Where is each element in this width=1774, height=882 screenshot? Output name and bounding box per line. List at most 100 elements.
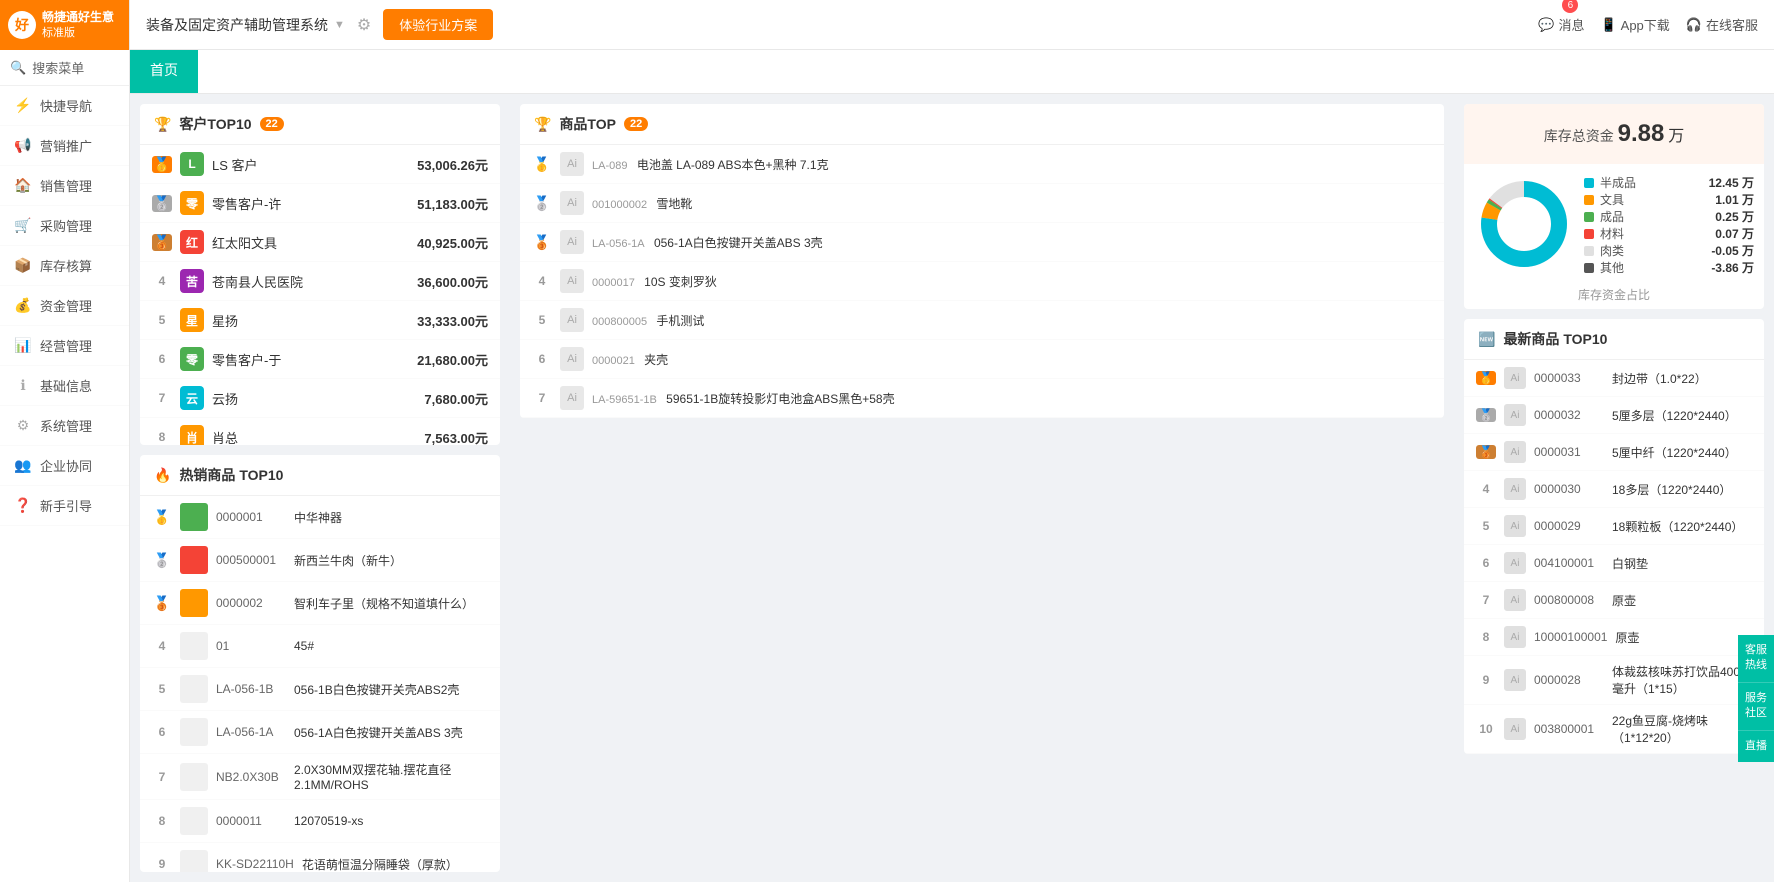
sidebar-nav-item[interactable]: ℹ基础信息 — [0, 366, 129, 406]
float-live-btn[interactable]: 直播 — [1738, 731, 1774, 762]
rank-number: 🥉 — [532, 234, 552, 251]
customer-row: 7 云 云扬 7,680.00元 — [140, 379, 500, 418]
product-code: 0000017 — [592, 277, 635, 289]
online-service-button[interactable]: 🎧 在线客服 — [1686, 15, 1758, 34]
top-selling-title: 🏆 商品TOP 22 — [520, 104, 1444, 145]
sidebar-nav-item[interactable]: 📦库存核算 — [0, 246, 129, 286]
nav-icon: 📦 — [14, 257, 32, 275]
customer-name: 星扬 — [212, 311, 409, 330]
topbar: 装备及固定资产辅助管理系统 ▼ ⚙ 体验行业方案 💬 消息 6 📱 App下载 … — [130, 0, 1774, 50]
customer-amount: 33,333.00元 — [417, 311, 488, 330]
customer-row: 🥉 红 红太阳文具 40,925.00元 — [140, 223, 500, 262]
customer-avatar: 星 — [180, 308, 204, 332]
legend-item: 半成品 12.45 万 — [1584, 174, 1754, 191]
rank-number: 5 — [1476, 519, 1496, 533]
rank-number: 🥇 — [532, 156, 552, 173]
legend-value: 0.07 万 — [1715, 225, 1754, 242]
rank-number: 6 — [152, 725, 172, 739]
customer-avatar: 红 — [180, 230, 204, 254]
legend-value: -3.86 万 — [1711, 259, 1754, 276]
customer-row: 6 零 零售客户-于 21,680.00元 — [140, 340, 500, 379]
rank-number: 9 — [152, 857, 172, 871]
product-code: 000500001 — [216, 553, 286, 567]
sidebar-nav-item[interactable]: ⚙系统管理 — [0, 406, 129, 446]
customer-row: 4 苦 苍南县人民医院 36,600.00元 — [140, 262, 500, 301]
product-name: 智利车子里（规格不知道填什么） — [294, 595, 488, 612]
float-service-btn[interactable]: 客服热线 — [1738, 635, 1774, 683]
tab-home[interactable]: 首页 — [130, 50, 198, 93]
product-code: 0000029 — [1534, 519, 1604, 533]
rank-number: 🥉 — [1476, 445, 1496, 459]
legend-color-dot — [1584, 212, 1594, 222]
mid-product-row: 5 Ai 000800005 手机测试 — [520, 301, 1444, 340]
rank-number: 7 — [152, 770, 172, 784]
hot-product-row: 7 NB2.0X30B 2.0X30MM双摆花轴.摆花直径2.1MM/ROHS — [140, 754, 500, 800]
nav-icon: 💰 — [14, 297, 32, 315]
nav-icon: ℹ — [14, 377, 32, 395]
product-code: 0000001 — [216, 510, 286, 524]
product-code: 01 — [216, 639, 286, 653]
latest-product-row: 9 Ai 0000028 体裁茲核味苏打饮品400毫升（1*15） — [1464, 656, 1764, 705]
customer-name: 肖总 — [212, 428, 416, 446]
product-code: 0000011 — [216, 814, 286, 828]
logo-icon: 好 — [8, 11, 36, 39]
customer-avatar: 零 — [180, 347, 204, 371]
search-icon: 🔍 — [10, 60, 26, 76]
float-community-btn[interactable]: 服务社区 — [1738, 683, 1774, 731]
sidebar-nav-item[interactable]: 💰资金管理 — [0, 286, 129, 326]
sidebar-nav-item[interactable]: 👥企业协同 — [0, 446, 129, 486]
rank-number: 🥉 — [152, 234, 172, 251]
customer-avatar: 云 — [180, 386, 204, 410]
product-icon: Ai — [560, 152, 584, 176]
customer-row: 🥇 L LS 客户 53,006.26元 — [140, 145, 500, 184]
sidebar-nav-item[interactable]: 🏠销售管理 — [0, 166, 129, 206]
hot-products-card: 🔥 热销商品 TOP10 🥇 0000001 中华神器 🥈 000500001 … — [140, 455, 500, 872]
topbar-right: 💬 消息 6 📱 App下载 🎧 在线客服 — [1538, 15, 1758, 34]
app-download-button[interactable]: 📱 App下载 — [1600, 15, 1669, 34]
product-code: NB2.0X30B — [216, 770, 286, 784]
mid-product-row: 🥇 Ai LA-089 电池盖 LA-089 ABS本色+黑种 7.1克 — [520, 145, 1444, 184]
trial-button[interactable]: 体验行业方案 — [383, 9, 493, 40]
search-menu-item[interactable]: 🔍 搜索菜单 — [0, 50, 129, 86]
legend-item: 文具 1.01 万 — [1584, 191, 1754, 208]
rank-number: 5 — [152, 313, 172, 327]
product-image-placeholder — [180, 763, 208, 791]
sidebar-nav-item[interactable]: 🛒采购管理 — [0, 206, 129, 246]
rank-number: 7 — [152, 391, 172, 405]
inventory-chart-area: 半成品 12.45 万 文具 1.01 万 成品 0.25 万 材料 0.07 … — [1464, 164, 1764, 286]
mid-product-row: 🥉 Ai LA-056-1A 056-1A白色按键开关盖ABS 3壳 — [520, 223, 1444, 262]
rank-number: 4 — [152, 274, 172, 288]
product-name: 封边带（1.0*22） — [1612, 370, 1752, 387]
product-name: 夹壳 — [644, 353, 668, 367]
customer-row: 8 肖 肖总 7,563.00元 — [140, 418, 500, 445]
gear-icon[interactable]: ⚙ — [357, 15, 371, 35]
product-icon: Ai — [1504, 478, 1526, 500]
sidebar-nav-item[interactable]: 📊经营管理 — [0, 326, 129, 366]
latest-product-row: 8 Ai 10000100001 原壶 — [1464, 619, 1764, 656]
legend-item: 成品 0.25 万 — [1584, 208, 1754, 225]
rank-number: 10 — [1476, 722, 1496, 736]
product-name: 056-1A白色按键开关盖ABS 3壳 — [294, 724, 488, 741]
sidebar-nav-item[interactable]: 📢营销推广 — [0, 126, 129, 166]
customer-amount: 51,183.00元 — [417, 194, 488, 213]
customer-amount: 53,006.26元 — [417, 155, 488, 174]
rank-number: 🥈 — [532, 195, 552, 212]
latest-products-list: 🥇 Ai 0000033 封边带（1.0*22） 🥈 Ai 0000032 5厘… — [1464, 360, 1764, 754]
sidebar-nav-item[interactable]: ❓新手引导 — [0, 486, 129, 526]
sidebar: 好 畅捷通好生意 标准版 🔍 搜索菜单 ⚡快捷导航📢营销推广🏠销售管理🛒采购管理… — [0, 0, 130, 882]
nav-icon: ⚙ — [14, 417, 32, 435]
product-name: 原壶 — [1612, 592, 1752, 609]
sidebar-nav-item[interactable]: ⚡快捷导航 — [0, 86, 129, 126]
mid-product-row: 🥈 Ai 001000002 雪地靴 — [520, 184, 1444, 223]
message-badge: 6 — [1562, 0, 1578, 13]
product-name: 电池盖 LA-089 ABS本色+黑种 7.1克 — [637, 158, 829, 172]
nav-icon: 📊 — [14, 337, 32, 355]
legend-item: 肉类 -0.05 万 — [1584, 242, 1754, 259]
message-button[interactable]: 💬 消息 6 — [1538, 15, 1584, 34]
hot-product-row: 🥇 0000001 中华神器 — [140, 496, 500, 539]
sidebar-logo: 好 畅捷通好生意 标准版 — [0, 0, 129, 50]
system-name-label: 装备及固定资产辅助管理系统 ▼ — [146, 15, 345, 35]
legend-value: 0.25 万 — [1715, 208, 1754, 225]
product-name: 18多层（1220*2440） — [1612, 481, 1752, 498]
latest-product-row: 🥈 Ai 0000032 5厘多层（1220*2440） — [1464, 397, 1764, 434]
